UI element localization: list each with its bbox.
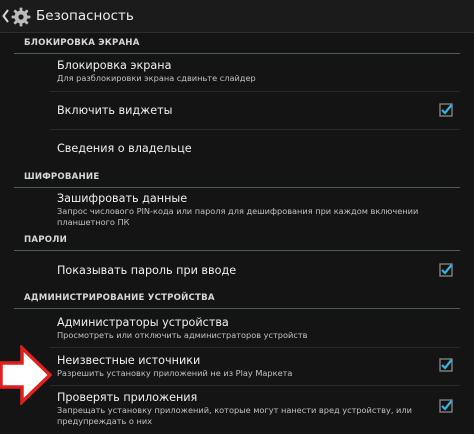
- section-header-device-admin: АДМИНИСТРИРОВАНИЕ УСТРОЙСТВА: [14, 291, 460, 309]
- pref-enable-widgets[interactable]: Включить виджеты: [14, 92, 460, 128]
- pref-title: Зашифровать данные: [57, 192, 188, 205]
- up-chevron-icon[interactable]: [2, 9, 10, 23]
- section-header-encryption: ШИФРОВАНИЕ: [14, 170, 460, 188]
- checkbox-checked-icon[interactable]: [439, 358, 453, 372]
- section-header-passwords: ПАРОЛИ: [14, 233, 460, 251]
- pref-summary: Просмотреть или отключить администраторо…: [57, 330, 308, 340]
- settings-gear-icon[interactable]: [11, 7, 31, 27]
- pref-summary: Разрешить установку приложений не из Pla…: [57, 368, 293, 378]
- pref-title: Включить виджеты: [57, 104, 173, 117]
- pref-owner-info[interactable]: Сведения о владельце: [14, 130, 460, 168]
- pref-title: Блокировка экрана: [57, 59, 172, 72]
- checkbox-checked-icon[interactable]: [439, 263, 453, 277]
- pref-verify-apps[interactable]: Проверять приложения Запрещать установку…: [14, 386, 460, 434]
- pref-title: Сведения о владельце: [57, 142, 192, 155]
- pref-summary: Для разблокировки экрана сдвиньте слайде…: [57, 73, 256, 83]
- checkbox-checked-icon[interactable]: [439, 399, 453, 413]
- action-bar: Безопасность: [0, 0, 474, 33]
- pref-title: Администраторы устройства: [57, 316, 229, 329]
- pref-title: Проверять приложения: [57, 391, 198, 404]
- checkbox-checked-icon[interactable]: [439, 103, 453, 117]
- pref-encrypt[interactable]: Зашифровать данные Запрос числового PIN-…: [14, 189, 460, 233]
- pref-device-admins[interactable]: Администраторы устройства Просмотреть ил…: [14, 310, 460, 346]
- page-title: Безопасность: [36, 8, 134, 24]
- pref-summary: Запрещать установку приложений, которые …: [57, 405, 412, 426]
- red-outline-arrow-icon: [0, 345, 52, 405]
- pref-title: Неизвестные источники: [57, 354, 201, 367]
- pref-title: Показывать пароль при вводе: [57, 264, 237, 277]
- pref-show-password[interactable]: Показывать пароль при вводе: [14, 252, 460, 288]
- pref-unknown-sources[interactable]: Неизвестные источники Разрешить установк…: [14, 348, 460, 384]
- pref-screen-lock[interactable]: Блокировка экрана Для разблокировки экра…: [14, 55, 460, 91]
- pref-summary: Запрос числового PIN-кода или пароля для…: [57, 206, 419, 227]
- section-header-screen-lock: БЛОКИРОВКА ЭКРАНА: [14, 36, 460, 54]
